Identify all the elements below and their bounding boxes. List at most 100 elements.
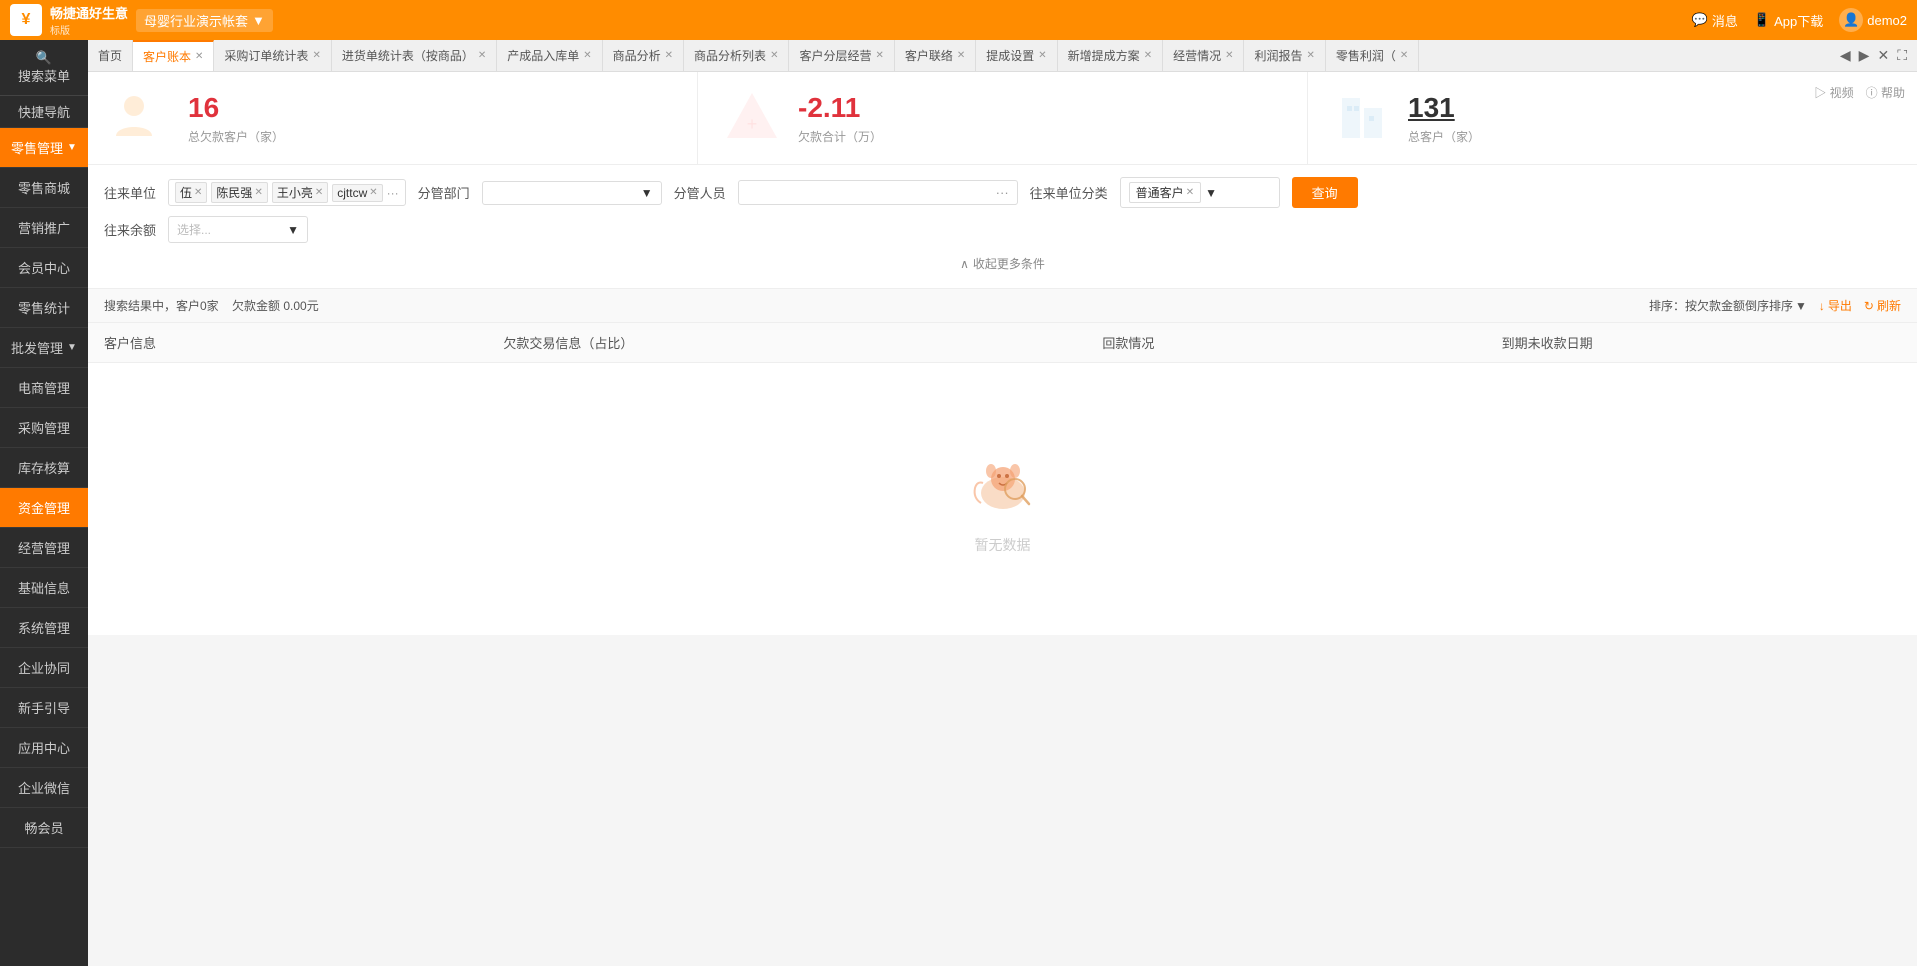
category-select[interactable]: 普通客户 ✕ ▼ (1120, 177, 1280, 208)
refresh-button[interactable]: ↻ 刷新 (1864, 297, 1901, 314)
sidebar-item-inventory[interactable]: 库存核算 (0, 448, 88, 488)
message-btn[interactable]: 💬 消息 (1692, 11, 1738, 30)
help-icon: ⓘ (1866, 86, 1878, 100)
tab-profit-report[interactable]: 利润报告 ✕ (1244, 40, 1325, 72)
table-header: 客户信息 欠款交易信息（占比） 回款情况 到期未收款日期 (88, 323, 1917, 363)
person-input[interactable]: ··· (738, 180, 1018, 205)
sidebar-item-vip-member[interactable]: 畅会员 (0, 808, 88, 848)
tab-fullscreen[interactable]: ⛶ (1895, 45, 1909, 66)
sidebar-item-retail-stats[interactable]: 零售统计 (0, 288, 88, 328)
tab-promotion-settings-label: 提成设置 (986, 47, 1034, 64)
sidebar-item-system-label: 系统管理 (18, 621, 70, 636)
tab-operations-close[interactable]: ✕ (1225, 50, 1233, 61)
filter-area: 往来单位 伍 ✕ 陈民强 ✕ 王小亮 ✕ (88, 165, 1917, 289)
sidebar-item-wholesale[interactable]: 批发管理 ▼ (0, 328, 88, 368)
sidebar-item-corp-collab[interactable]: 企业协同 (0, 648, 88, 688)
tab-goods-analysis-list-label: 商品分析列表 (694, 47, 766, 64)
tab-home-label: 首页 (98, 47, 122, 64)
query-button[interactable]: 查询 (1292, 177, 1358, 208)
remove-tag-2[interactable]: ✕ (254, 187, 262, 198)
total-customers-value[interactable]: 131 (1408, 92, 1480, 124)
filter-tag-2: 陈民强 ✕ (211, 182, 267, 203)
tab-customer-tier-close[interactable]: ✕ (875, 50, 883, 61)
org-unit-tags[interactable]: 伍 ✕ 陈民强 ✕ 王小亮 ✕ cjttcw ✕ (168, 179, 406, 206)
balance-select[interactable]: 选择... ▼ (168, 216, 308, 243)
tab-customer-contact-close[interactable]: ✕ (957, 50, 965, 61)
username: demo2 (1867, 13, 1907, 28)
tab-new-promotion-close[interactable]: ✕ (1144, 50, 1152, 61)
tab-close-all[interactable]: ✕ (1875, 45, 1891, 66)
tab-promotion-settings[interactable]: 提成设置 ✕ (976, 40, 1057, 72)
help-link[interactable]: ⓘ 帮助 (1866, 84, 1905, 101)
sidebar-item-corp-wechat[interactable]: 企业微信 (0, 768, 88, 808)
enterprise-selector[interactable]: 母婴行业演示帐套 ▼ (136, 9, 273, 32)
tab-purchase-orders[interactable]: 采购订单统计表 ✕ (214, 40, 331, 72)
app-download-btn[interactable]: 📱 App下载 (1754, 11, 1823, 30)
tab-customers[interactable]: 客户账本 ✕ (133, 40, 214, 72)
sort-button[interactable]: 排序：按欠款金额倒序排序 ▼ (1649, 297, 1807, 314)
sidebar-item-basic-info[interactable]: 基础信息 (0, 568, 88, 608)
user-avatar-btn[interactable]: 👤 demo2 (1839, 8, 1907, 32)
tab-retail-profit-close[interactable]: ✕ (1400, 50, 1408, 61)
tab-scroll-right[interactable]: ▶ (1857, 45, 1872, 66)
tab-cost-in[interactable]: 产成品入库单 ✕ (497, 40, 602, 72)
export-button[interactable]: ↓ 导出 (1819, 297, 1852, 314)
stat-card-total: ▷ 视频 ⓘ 帮助 (1308, 72, 1917, 164)
sidebar-item-app-center[interactable]: 应用中心 (0, 728, 88, 768)
debt-icon: + (722, 88, 782, 148)
tab-new-promotion[interactable]: 新增提成方案 ✕ (1058, 40, 1163, 72)
sidebar-search[interactable]: 🔍 搜索菜单 (0, 40, 88, 96)
balance-label: 往来余额 (104, 220, 156, 239)
tab-customer-tier-label: 客户分层经营 (799, 47, 871, 64)
sidebar-item-retail[interactable]: 零售管理 ▼ (0, 128, 88, 168)
org-unit-label: 往来单位 (104, 183, 156, 202)
sidebar-item-retail-mall[interactable]: 零售商城 (0, 168, 88, 208)
collapse-button[interactable]: ∧ 收起更多条件 (104, 251, 1901, 276)
tab-promotion-settings-close[interactable]: ✕ (1038, 50, 1046, 61)
tab-goods-analysis[interactable]: 商品分析 ✕ (603, 40, 684, 72)
dept-label: 分管部门 (418, 183, 470, 202)
tab-stock-stats[interactable]: 进货单统计表（按商品） ✕ (332, 40, 497, 72)
tab-operations[interactable]: 经营情况 ✕ (1163, 40, 1244, 72)
sidebar-item-member[interactable]: 会员中心 (0, 248, 88, 288)
sidebar-quick-nav[interactable]: 快捷导航 (0, 96, 88, 128)
remove-tag-4[interactable]: ✕ (369, 187, 377, 198)
person-search-input[interactable] (747, 186, 992, 200)
tab-stock-stats-close[interactable]: ✕ (478, 50, 486, 61)
tab-customer-tier[interactable]: 客户分层经营 ✕ (789, 40, 894, 72)
tab-scroll-left[interactable]: ◀ (1838, 45, 1853, 66)
col-debt-info: 欠款交易信息（占比） (503, 333, 1102, 352)
sidebar-item-purchase[interactable]: 采购管理 (0, 408, 88, 448)
tab-goods-analysis-list-close[interactable]: ✕ (770, 50, 778, 61)
tab-retail-profit[interactable]: 零售利润（ ✕ (1326, 40, 1419, 72)
tab-profit-report-close[interactable]: ✕ (1307, 50, 1315, 61)
tab-home[interactable]: 首页 (88, 40, 133, 72)
person-dots[interactable]: ··· (996, 185, 1009, 200)
tab-profit-report-label: 利润报告 (1254, 47, 1302, 64)
remove-category[interactable]: ✕ (1186, 187, 1194, 198)
remove-tag-3[interactable]: ✕ (315, 187, 323, 198)
sidebar-item-corp-collab-label: 企业协同 (18, 661, 70, 676)
sidebar-item-purchase-label: 采购管理 (18, 421, 70, 436)
tab-purchase-orders-close[interactable]: ✕ (312, 50, 320, 61)
sidebar-item-system[interactable]: 系统管理 (0, 608, 88, 648)
sidebar-item-ecommerce[interactable]: 电商管理 (0, 368, 88, 408)
filter-more-tags[interactable]: ··· (387, 186, 399, 200)
sidebar-item-operations[interactable]: 经营管理 (0, 528, 88, 568)
remove-tag-1[interactable]: ✕ (194, 187, 202, 198)
dept-select[interactable]: ▼ (482, 181, 662, 205)
sort-label: 排序：按欠款金额倒序排序 (1649, 297, 1793, 314)
stat-card-owing-customers: 16 总欠款客户（家） (88, 72, 698, 164)
tab-customers-close[interactable]: ✕ (195, 51, 203, 62)
tab-customer-contact[interactable]: 客户联络 ✕ (895, 40, 976, 72)
stat-card-debt: + -2.11 欠款合计（万） (698, 72, 1308, 164)
tab-goods-analysis-close[interactable]: ✕ (665, 50, 673, 61)
video-link[interactable]: ▷ 视频 (1814, 84, 1853, 101)
sidebar-item-marketing[interactable]: 营销推广 (0, 208, 88, 248)
sidebar: 🔍 搜索菜单 快捷导航 零售管理 ▼ 零售商城 营销推广 会员中心 零售统计 批… (0, 40, 88, 966)
tab-cost-in-close[interactable]: ✕ (583, 50, 591, 61)
sidebar-item-retail-label: 零售管理 (11, 138, 63, 157)
sidebar-item-new-guide[interactable]: 新手引导 (0, 688, 88, 728)
tab-goods-analysis-list[interactable]: 商品分析列表 ✕ (684, 40, 789, 72)
sidebar-item-finance[interactable]: 资金管理 (0, 488, 88, 528)
